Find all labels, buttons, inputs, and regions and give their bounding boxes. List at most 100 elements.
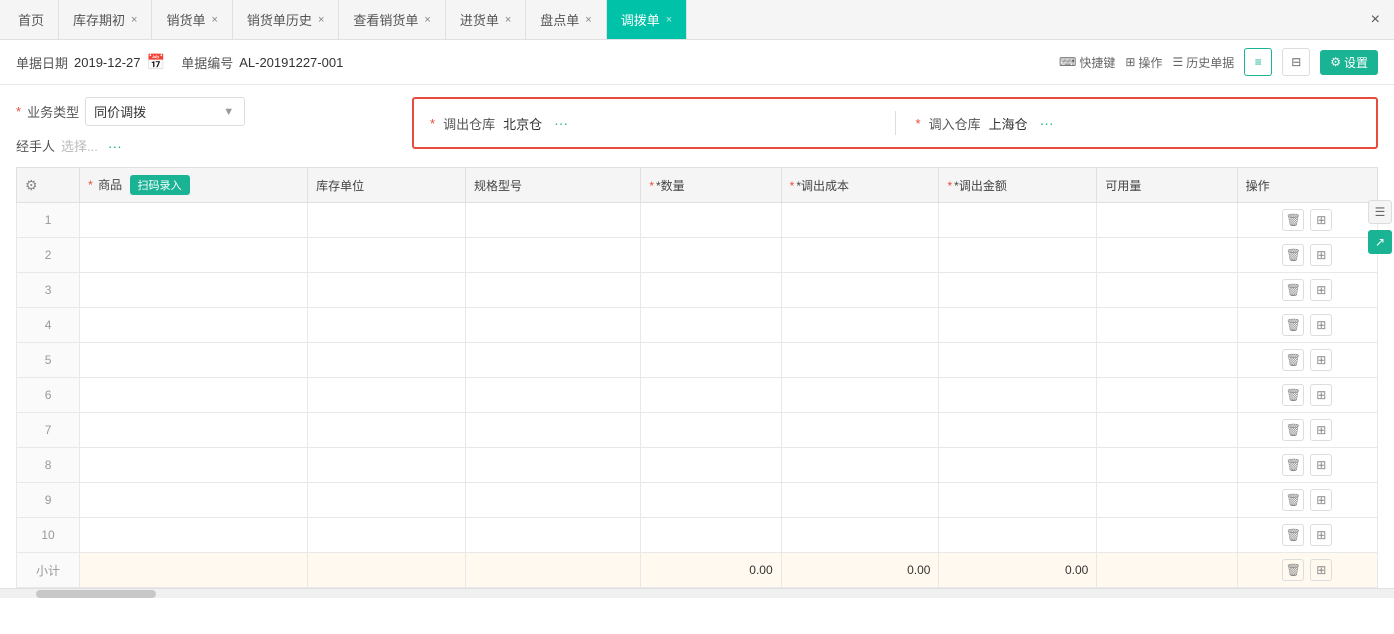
delete-icon-4[interactable]: 🗑 <box>1282 314 1304 336</box>
cell-spec-6[interactable] <box>465 378 640 413</box>
cell-unit-9[interactable] <box>308 483 466 518</box>
cell-cost-8[interactable] <box>781 448 939 483</box>
cell-unit-7[interactable] <box>308 413 466 448</box>
cell-cost-1[interactable] <box>781 203 939 238</box>
cell-amount-6[interactable] <box>939 378 1097 413</box>
delete-icon-6[interactable]: 🗑 <box>1282 384 1304 406</box>
cell-qty-10[interactable] <box>641 518 781 553</box>
cell-unit-3[interactable] <box>308 273 466 308</box>
cell-cost-5[interactable] <box>781 343 939 378</box>
cell-unit-2[interactable] <box>308 238 466 273</box>
cell-qty-3[interactable] <box>641 273 781 308</box>
cell-qty-8[interactable] <box>641 448 781 483</box>
cell-qty-6[interactable] <box>641 378 781 413</box>
grid-view-btn[interactable]: ⊟ <box>1282 48 1310 76</box>
shortcuts-btn[interactable]: ⌨ 快捷键 <box>1059 54 1115 71</box>
delete-icon-2[interactable]: 🗑 <box>1282 244 1304 266</box>
scrollbar-thumb[interactable] <box>36 590 156 598</box>
delete-icon-8[interactable]: 🗑 <box>1282 454 1304 476</box>
copy-icon-3[interactable]: ⊞ <box>1310 279 1332 301</box>
cell-unit-10[interactable] <box>308 518 466 553</box>
cell-amount-10[interactable] <box>939 518 1097 553</box>
close-tab-sales-history[interactable]: × <box>318 14 324 26</box>
cell-spec-2[interactable] <box>465 238 640 273</box>
copy-icon-6[interactable]: ⊞ <box>1310 384 1332 406</box>
cell-qty-5[interactable] <box>641 343 781 378</box>
copy-icon-9[interactable]: ⊞ <box>1310 489 1332 511</box>
horizontal-scrollbar[interactable] <box>0 588 1394 598</box>
cell-cost-10[interactable] <box>781 518 939 553</box>
calendar-icon[interactable]: 📅 <box>147 53 166 71</box>
cell-spec-1[interactable] <box>465 203 640 238</box>
tab-home[interactable]: 首页 <box>4 0 59 39</box>
cell-spec-4[interactable] <box>465 308 640 343</box>
copy-icon-11[interactable]: ⊞ <box>1310 559 1332 581</box>
cell-spec-5[interactable] <box>465 343 640 378</box>
cell-unit-5[interactable] <box>308 343 466 378</box>
cell-qty-1[interactable] <box>641 203 781 238</box>
cell-amount-4[interactable] <box>939 308 1097 343</box>
cell-amount-3[interactable] <box>939 273 1097 308</box>
cell-product-8[interactable] <box>80 448 308 483</box>
business-type-dropdown[interactable]: 同价调拨 ▼ <box>85 97 245 126</box>
cell-product-2[interactable] <box>80 238 308 273</box>
cell-qty-7[interactable] <box>641 413 781 448</box>
delete-icon-5[interactable]: 🗑 <box>1282 349 1304 371</box>
scan-entry-btn[interactable]: 扫码录入 <box>130 175 190 195</box>
person-more-btn[interactable]: ··· <box>104 138 126 154</box>
cell-product-7[interactable] <box>80 413 308 448</box>
transfer-out-more-btn[interactable]: ··· <box>550 115 572 131</box>
cell-qty-9[interactable] <box>641 483 781 518</box>
delete-icon-11[interactable]: 🗑 <box>1282 559 1304 581</box>
cell-product-4[interactable] <box>80 308 308 343</box>
cell-cost-7[interactable] <box>781 413 939 448</box>
sidebar-export-icon[interactable]: ↗ <box>1368 230 1392 254</box>
cell-amount-7[interactable] <box>939 413 1097 448</box>
tab-purchase[interactable]: 进货单 × <box>446 0 526 39</box>
cell-spec-7[interactable] <box>465 413 640 448</box>
cell-qty-4[interactable] <box>641 308 781 343</box>
cell-unit-1[interactable] <box>308 203 466 238</box>
cell-spec-10[interactable] <box>465 518 640 553</box>
cell-spec-3[interactable] <box>465 273 640 308</box>
cell-amount-5[interactable] <box>939 343 1097 378</box>
cell-amount-1[interactable] <box>939 203 1097 238</box>
copy-icon-4[interactable]: ⊞ <box>1310 314 1332 336</box>
doc-value[interactable]: AL-20191227-001 <box>239 55 343 70</box>
cell-product-10[interactable] <box>80 518 308 553</box>
cell-unit-4[interactable] <box>308 308 466 343</box>
delete-icon-9[interactable]: 🗑 <box>1282 489 1304 511</box>
cell-product-5[interactable] <box>80 343 308 378</box>
col-header-settings[interactable]: ⚙ <box>17 168 80 203</box>
close-tab-inventory-init[interactable]: × <box>131 14 137 26</box>
cell-spec-9[interactable] <box>465 483 640 518</box>
close-tab-sales[interactable]: × <box>211 14 217 26</box>
cell-qty-2[interactable] <box>641 238 781 273</box>
cell-product-3[interactable] <box>80 273 308 308</box>
cell-cost-6[interactable] <box>781 378 939 413</box>
copy-icon-5[interactable]: ⊞ <box>1310 349 1332 371</box>
tab-sales-history[interactable]: 销货单历史 × <box>233 0 339 39</box>
history-btn[interactable]: ☰ 历史单据 <box>1172 54 1234 71</box>
close-tab-transfer[interactable]: × <box>666 14 672 26</box>
copy-icon-8[interactable]: ⊞ <box>1310 454 1332 476</box>
tab-sales[interactable]: 销货单 × <box>152 0 232 39</box>
copy-icon-1[interactable]: ⊞ <box>1310 209 1332 231</box>
person-select[interactable]: 选择... <box>61 136 98 155</box>
copy-icon-2[interactable]: ⊞ <box>1310 244 1332 266</box>
cell-product-6[interactable] <box>80 378 308 413</box>
table-gear-icon[interactable]: ⚙ <box>25 177 38 193</box>
cell-product-9[interactable] <box>80 483 308 518</box>
transfer-in-more-btn[interactable]: ··· <box>1036 115 1058 131</box>
delete-icon-3[interactable]: 🗑 <box>1282 279 1304 301</box>
tab-transfer[interactable]: 调拨单 × <box>607 0 687 39</box>
delete-icon-1[interactable]: 🗑 <box>1282 209 1304 231</box>
tab-inventory-init[interactable]: 库存期初 × <box>59 0 152 39</box>
cell-amount-9[interactable] <box>939 483 1097 518</box>
cell-cost-3[interactable] <box>781 273 939 308</box>
cell-cost-9[interactable] <box>781 483 939 518</box>
list-view-btn[interactable]: ≡ <box>1244 48 1272 76</box>
cell-spec-8[interactable] <box>465 448 640 483</box>
cell-unit-8[interactable] <box>308 448 466 483</box>
cell-amount-8[interactable] <box>939 448 1097 483</box>
